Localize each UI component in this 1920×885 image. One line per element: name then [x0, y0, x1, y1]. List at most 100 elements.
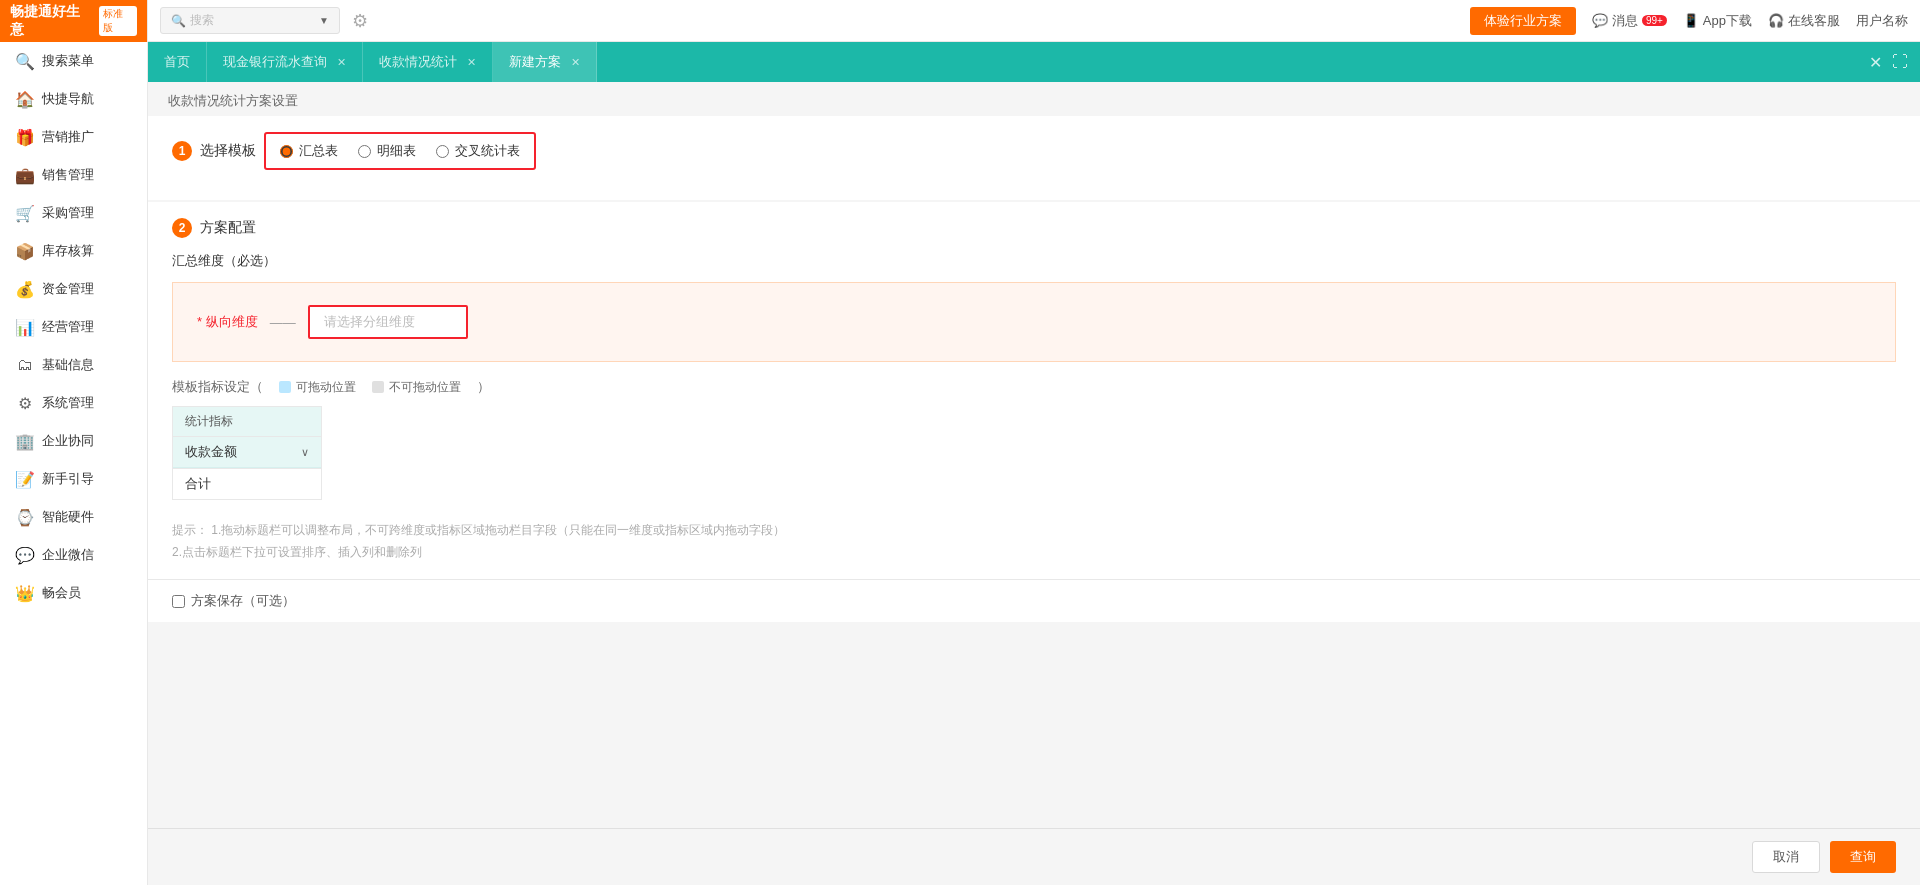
radio-cross-label: 交叉统计表: [455, 142, 520, 160]
message-badge: 99+: [1642, 15, 1667, 26]
sidebar-item-label: 搜索菜单: [42, 52, 94, 70]
message-button[interactable]: 💬 消息 99+: [1592, 12, 1667, 30]
enterprise-icon: 🏢: [16, 432, 34, 450]
tab-new-plan-label: 新建方案: [509, 53, 561, 71]
sidebar-item-quick-nav[interactable]: 🏠 快捷导航: [0, 80, 147, 118]
stat-section-label: 统计指标: [185, 414, 233, 428]
tab-home[interactable]: 首页: [148, 42, 207, 82]
purchase-icon: 🛒: [16, 204, 34, 222]
step2-section: 2 方案配置 汇总维度（必选） * 纵向维度 —— 请选择分组维度 模板指标设定…: [148, 202, 1920, 579]
radio-detail-label: 明细表: [377, 142, 416, 160]
step1-header: 1 选择模板 汇总表 明细表 交叉统计表: [172, 132, 1896, 170]
sidebar-item-member[interactable]: 👑 畅会员: [0, 574, 147, 612]
message-label: 消息: [1612, 12, 1638, 30]
radio-detail[interactable]: 明细表: [358, 142, 416, 160]
dim-arrow-icon: ——: [270, 315, 296, 330]
sidebar-item-label: 经营管理: [42, 318, 94, 336]
maximize-icon[interactable]: ⛶: [1892, 53, 1908, 71]
sidebar-item-sales[interactable]: 💼 销售管理: [0, 156, 147, 194]
sidebar-item-label: 智能硬件: [42, 508, 94, 526]
sidebar-item-search-menu[interactable]: 🔍 搜索菜单: [0, 42, 147, 80]
sidebar-item-label: 企业协同: [42, 432, 94, 450]
step1-title: 选择模板: [200, 142, 256, 160]
radio-cross[interactable]: 交叉统计表: [436, 142, 520, 160]
message-icon: 💬: [1592, 13, 1608, 28]
radio-summary[interactable]: 汇总表: [280, 142, 338, 160]
download-button[interactable]: 📱 App下载: [1683, 12, 1752, 30]
sidebar-item-label: 库存核算: [42, 242, 94, 260]
query-button[interactable]: 查询: [1830, 841, 1896, 873]
sidebar-item-smart-hw[interactable]: ⌚ 智能硬件: [0, 498, 147, 536]
sidebar-item-marketing[interactable]: 🎁 营销推广: [0, 118, 147, 156]
legend-fixed-label: 不可拖动位置: [389, 379, 461, 396]
save-checkbox-label[interactable]: 方案保存（可选）: [172, 592, 295, 610]
dim-select-box[interactable]: 请选择分组维度: [308, 305, 468, 339]
service-label: 在线客服: [1788, 12, 1840, 30]
service-button[interactable]: 🎧 在线客服: [1768, 12, 1840, 30]
search-menu-icon: 🔍: [16, 52, 34, 70]
sidebar-item-label: 快捷导航: [42, 90, 94, 108]
tab-cash-flow[interactable]: 现金银行流水查询 ✕: [207, 42, 363, 82]
legend-draggable-label: 可拖动位置: [296, 379, 356, 396]
operations-icon: 📊: [16, 318, 34, 336]
tab-receipt-stats[interactable]: 收款情况统计 ✕: [363, 42, 493, 82]
radio-cross-input[interactable]: [436, 145, 449, 158]
radio-summary-input[interactable]: [280, 145, 293, 158]
sidebar-item-label: 畅会员: [42, 584, 81, 602]
tip-1: 提示： 1.拖动标题栏可以调整布局，不可跨维度或指标区域拖动栏目字段（只能在同一…: [172, 520, 1896, 542]
sidebar-item-enterprise[interactable]: 🏢 企业协同: [0, 422, 147, 460]
template-select-group: 汇总表 明细表 交叉统计表: [264, 132, 536, 170]
sales-icon: 💼: [16, 166, 34, 184]
sidebar-item-label: 资金管理: [42, 280, 94, 298]
gift-icon: 🎁: [16, 128, 34, 146]
page-title-bar: 收款情况统计方案设置: [148, 82, 1920, 116]
stat-header: 统计指标: [173, 407, 321, 437]
dim-section-title: 汇总维度（必选）: [172, 252, 1896, 270]
topbar-actions: 体验行业方案 💬 消息 99+ 📱 App下载 🎧 在线客服 用户名称: [1470, 7, 1908, 35]
metric-title-close: ）: [477, 378, 490, 396]
step2-badge: 2: [172, 218, 192, 238]
download-icon: 📱: [1683, 13, 1699, 28]
stat-item-receipt[interactable]: 收款金额 ∨: [173, 437, 321, 468]
topbar: 🔍 搜索 ▼ ⚙ 体验行业方案 💬 消息 99+ 📱 App下载 🎧 在线客服 …: [148, 0, 1920, 42]
sidebar-item-finance[interactable]: 💰 资金管理: [0, 270, 147, 308]
stat-total-label: 合计: [185, 476, 211, 491]
trial-button[interactable]: 体验行业方案: [1470, 7, 1576, 35]
member-icon: 👑: [16, 584, 34, 602]
chevron-down-icon: ▼: [319, 15, 329, 26]
tab-new-plan[interactable]: 新建方案 ✕: [493, 42, 597, 82]
tab-new-plan-close[interactable]: ✕: [571, 56, 580, 69]
radio-detail-input[interactable]: [358, 145, 371, 158]
step1-badge: 1: [172, 141, 192, 161]
sidebar-item-basic-info[interactable]: 🗂 基础信息: [0, 346, 147, 384]
cancel-button[interactable]: 取消: [1752, 841, 1820, 873]
settings-icon[interactable]: ⚙: [352, 10, 368, 32]
tab-cash-flow-close[interactable]: ✕: [337, 56, 346, 69]
sidebar-item-label: 销售管理: [42, 166, 94, 184]
save-checkbox[interactable]: [172, 595, 185, 608]
sidebar-item-guide[interactable]: 📝 新手引导: [0, 460, 147, 498]
legend-fixed-color: [372, 381, 384, 393]
sidebar-item-system[interactable]: ⚙ 系统管理: [0, 384, 147, 422]
sidebar-item-operations[interactable]: 📊 经营管理: [0, 308, 147, 346]
sidebar-item-inventory[interactable]: 📦 库存核算: [0, 232, 147, 270]
tips-section: 提示： 1.拖动标题栏可以调整布局，不可跨维度或指标区域拖动栏目字段（只能在同一…: [172, 520, 1896, 563]
tab-receipt-stats-close[interactable]: ✕: [467, 56, 476, 69]
metric-legend: 可拖动位置 不可拖动位置: [279, 379, 461, 396]
legend-fixed: 不可拖动位置: [372, 379, 461, 396]
topbar-search-bar[interactable]: 🔍 搜索 ▼: [160, 7, 340, 34]
sidebar-item-label: 基础信息: [42, 356, 94, 374]
radio-summary-label: 汇总表: [299, 142, 338, 160]
sidebar-item-wechat[interactable]: 💬 企业微信: [0, 536, 147, 574]
metric-section: 模板指标设定（ 可拖动位置 不可拖动位置 ）: [172, 378, 1896, 500]
search-icon: 🔍: [171, 14, 186, 28]
user-name[interactable]: 用户名称: [1856, 12, 1908, 30]
close-window-icon[interactable]: ✕: [1869, 53, 1882, 72]
stat-indicators-table: 统计指标 收款金额 ∨ 合计: [172, 406, 322, 500]
page-title: 收款情况统计方案设置: [168, 93, 298, 108]
sidebar-item-label: 系统管理: [42, 394, 94, 412]
sidebar-item-purchase[interactable]: 🛒 采购管理: [0, 194, 147, 232]
metric-header: 模板指标设定（ 可拖动位置 不可拖动位置 ）: [172, 378, 1896, 396]
save-checkbox-text: 方案保存（可选）: [191, 592, 295, 610]
search-text: 搜索: [190, 12, 214, 29]
